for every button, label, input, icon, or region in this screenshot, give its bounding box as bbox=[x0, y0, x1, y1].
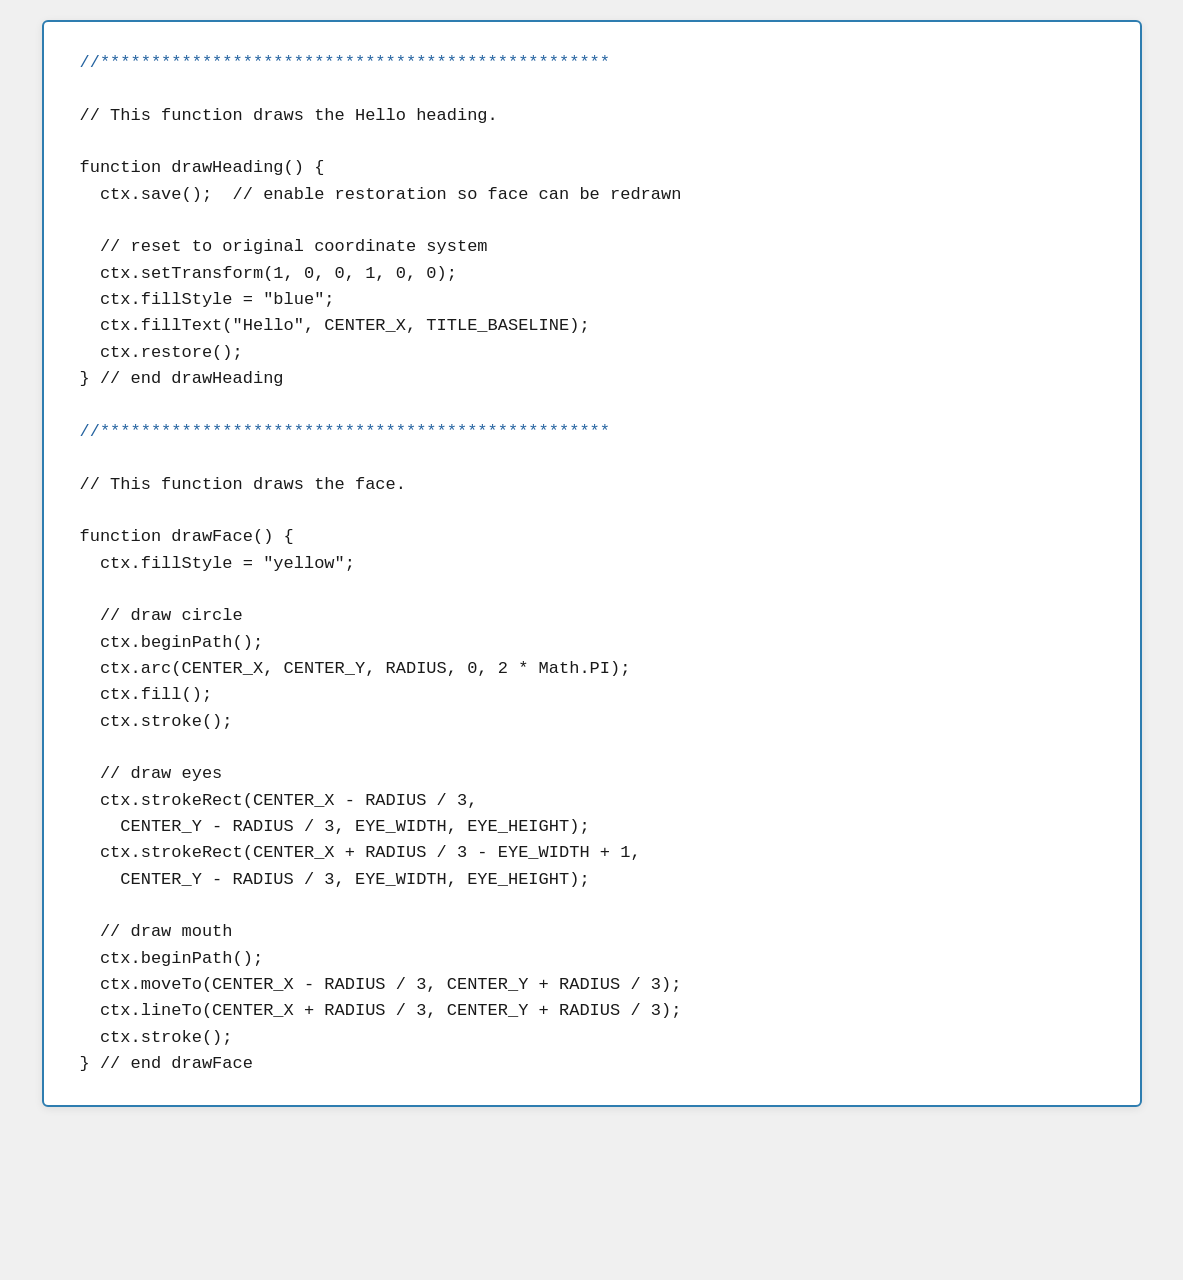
code-line: function drawHeading() { bbox=[80, 158, 325, 177]
code-line: ctx.setTransform(1, 0, 0, 1, 0, 0); bbox=[80, 264, 457, 283]
code-line: } // end drawFace bbox=[80, 1054, 253, 1073]
code-line: ctx.fillText("Hello", CENTER_X, TITLE_BA… bbox=[80, 316, 590, 335]
code-block: //**************************************… bbox=[80, 50, 1104, 1077]
code-line: } // end drawHeading bbox=[80, 369, 284, 388]
code-line: // This function draws the face. bbox=[80, 475, 406, 494]
code-line: // draw circle bbox=[80, 606, 243, 625]
code-line: ctx.save(); // enable restoration so fac… bbox=[80, 185, 682, 204]
code-line: ctx.beginPath(); bbox=[80, 949, 264, 968]
code-container: //**************************************… bbox=[42, 20, 1142, 1107]
code-line: ctx.fillStyle = "yellow"; bbox=[80, 554, 355, 573]
code-line: // This function draws the Hello heading… bbox=[80, 106, 498, 125]
code-line: ctx.restore(); bbox=[80, 343, 243, 362]
code-line: // draw eyes bbox=[80, 764, 223, 783]
code-line: function drawFace() { bbox=[80, 527, 294, 546]
code-line: ctx.moveTo(CENTER_X - RADIUS / 3, CENTER… bbox=[80, 975, 682, 994]
code-line: CENTER_Y - RADIUS / 3, EYE_WIDTH, EYE_HE… bbox=[80, 870, 590, 889]
code-line: ctx.stroke(); bbox=[80, 1028, 233, 1047]
code-line: ctx.fill(); bbox=[80, 685, 213, 704]
code-line: //**************************************… bbox=[80, 53, 611, 72]
code-line: // reset to original coordinate system bbox=[80, 237, 488, 256]
code-line: ctx.arc(CENTER_X, CENTER_Y, RADIUS, 0, 2… bbox=[80, 659, 631, 678]
code-line: ctx.beginPath(); bbox=[80, 633, 264, 652]
code-line: ctx.strokeRect(CENTER_X - RADIUS / 3, bbox=[80, 791, 478, 810]
code-line: ctx.lineTo(CENTER_X + RADIUS / 3, CENTER… bbox=[80, 1001, 682, 1020]
code-line: ctx.strokeRect(CENTER_X + RADIUS / 3 - E… bbox=[80, 843, 641, 862]
code-line: ctx.fillStyle = "blue"; bbox=[80, 290, 335, 309]
code-line: // draw mouth bbox=[80, 922, 233, 941]
code-line: ctx.stroke(); bbox=[80, 712, 233, 731]
code-line: //**************************************… bbox=[80, 422, 611, 441]
code-line: CENTER_Y - RADIUS / 3, EYE_WIDTH, EYE_HE… bbox=[80, 817, 590, 836]
